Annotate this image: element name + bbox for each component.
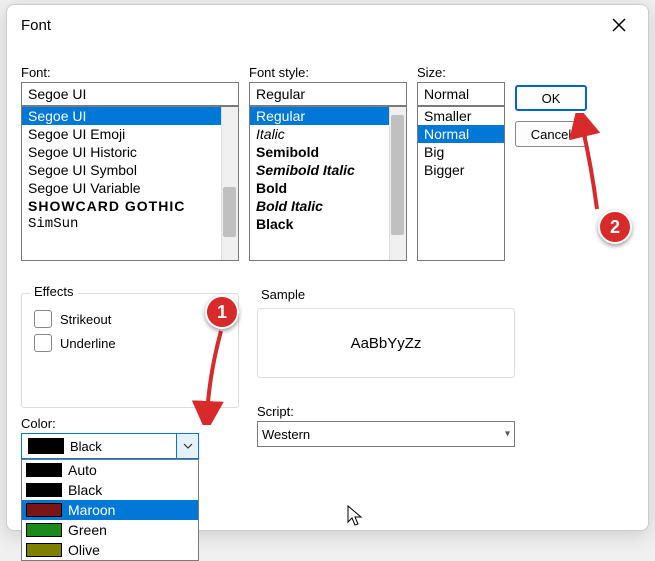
style-label: Font style: <box>249 65 407 80</box>
underline-label: Underline <box>60 336 116 351</box>
size-listbox[interactable]: SmallerNormalBigBigger <box>417 106 505 261</box>
color-swatch <box>26 523 62 537</box>
annotation-marker-1: 1 <box>205 295 239 329</box>
script-label: Script: <box>257 404 515 419</box>
font-list-item[interactable]: Segoe UI Historic <box>22 143 238 161</box>
mouse-cursor-icon <box>347 505 365 527</box>
size-list-item[interactable]: Bigger <box>418 161 504 179</box>
font-list-item[interactable]: Segoe UI Symbol <box>22 161 238 179</box>
scrollbar-thumb[interactable] <box>391 115 404 235</box>
sample-label: Sample <box>261 287 515 302</box>
font-list-item[interactable]: Segoe UI Emoji <box>22 125 238 143</box>
color-option-label: Green <box>68 522 107 538</box>
font-list-item[interactable]: SimSun <box>22 215 238 233</box>
scrollbar-thumb[interactable] <box>223 187 236 237</box>
color-swatch <box>26 483 62 497</box>
color-option-label: Auto <box>68 462 97 478</box>
size-list-item[interactable]: Normal <box>418 125 504 143</box>
size-label: Size: <box>417 65 505 80</box>
style-list-item[interactable]: Semibold Italic <box>250 161 406 179</box>
font-label: Font: <box>21 65 239 80</box>
chevron-down-icon <box>183 443 193 449</box>
titlebar: Font <box>7 5 648 45</box>
font-list-item[interactable]: Segoe UI <box>22 107 238 125</box>
underline-checkbox[interactable] <box>34 334 52 352</box>
ok-button[interactable]: OK <box>515 85 587 111</box>
color-dropdown-list[interactable]: Auto Black Maroon Green Olive <box>21 459 199 561</box>
strikeout-label: Strikeout <box>60 312 111 327</box>
annotation-arrow-2 <box>559 113 609 213</box>
style-list-item[interactable]: Black <box>250 215 406 233</box>
dialog-body: Font: Segoe UISegoe UI EmojiSegoe UI His… <box>7 45 648 530</box>
color-value: Black <box>70 439 102 454</box>
style-input[interactable] <box>249 82 407 106</box>
style-list-item[interactable]: Bold Italic <box>250 197 406 215</box>
script-combobox[interactable]: Western ▾ <box>257 421 515 447</box>
font-dialog: Font Font: Segoe UISegoe UI EmojiSegoe U… <box>6 4 649 531</box>
color-option[interactable]: Olive <box>22 540 198 560</box>
style-list-item[interactable]: Regular <box>250 107 406 125</box>
font-listbox[interactable]: Segoe UISegoe UI EmojiSegoe UI HistoricS… <box>21 106 239 261</box>
color-swatch <box>26 503 62 517</box>
style-list-item[interactable]: Semibold <box>250 143 406 161</box>
dialog-title: Font <box>21 17 51 34</box>
font-scrollbar[interactable] <box>221 107 238 260</box>
sample-box: AaBbYyZz <box>257 308 515 378</box>
chevron-down-icon: ▾ <box>505 429 510 440</box>
effects-title: Effects <box>30 284 78 299</box>
color-swatch <box>26 543 62 557</box>
color-combobox[interactable]: Black <box>21 433 199 459</box>
color-option-label: Black <box>68 482 102 498</box>
annotation-arrow-1 <box>187 325 237 425</box>
sample-group: Sample AaBbYyZz <box>257 287 515 378</box>
style-scrollbar[interactable] <box>389 107 406 260</box>
style-listbox[interactable]: RegularItalicSemiboldSemibold ItalicBold… <box>249 106 407 261</box>
close-button[interactable] <box>604 10 634 40</box>
color-dropdown-button[interactable] <box>176 434 198 458</box>
size-input[interactable] <box>417 82 505 106</box>
color-swatch <box>28 438 64 454</box>
size-list-item[interactable]: Big <box>418 143 504 161</box>
close-icon <box>612 18 626 32</box>
color-swatch <box>26 463 62 477</box>
color-option[interactable]: Maroon <box>22 500 198 520</box>
color-option-label: Maroon <box>68 502 115 518</box>
size-list-item[interactable]: Smaller <box>418 107 504 125</box>
font-list-item[interactable]: SHOWCARD GOTHIC <box>22 197 238 215</box>
style-list-item[interactable]: Italic <box>250 125 406 143</box>
strikeout-checkbox[interactable] <box>34 310 52 328</box>
color-option[interactable]: Auto <box>22 460 198 480</box>
script-value: Western <box>262 427 310 442</box>
color-option[interactable]: Black <box>22 480 198 500</box>
annotation-marker-2: 2 <box>598 210 632 244</box>
sample-text: AaBbYyZz <box>351 335 422 352</box>
color-option[interactable]: Green <box>22 520 198 540</box>
font-list-item[interactable]: Segoe UI Variable <box>22 179 238 197</box>
style-list-item[interactable]: Bold <box>250 179 406 197</box>
color-option-label: Olive <box>68 542 100 558</box>
font-input[interactable] <box>21 82 239 106</box>
